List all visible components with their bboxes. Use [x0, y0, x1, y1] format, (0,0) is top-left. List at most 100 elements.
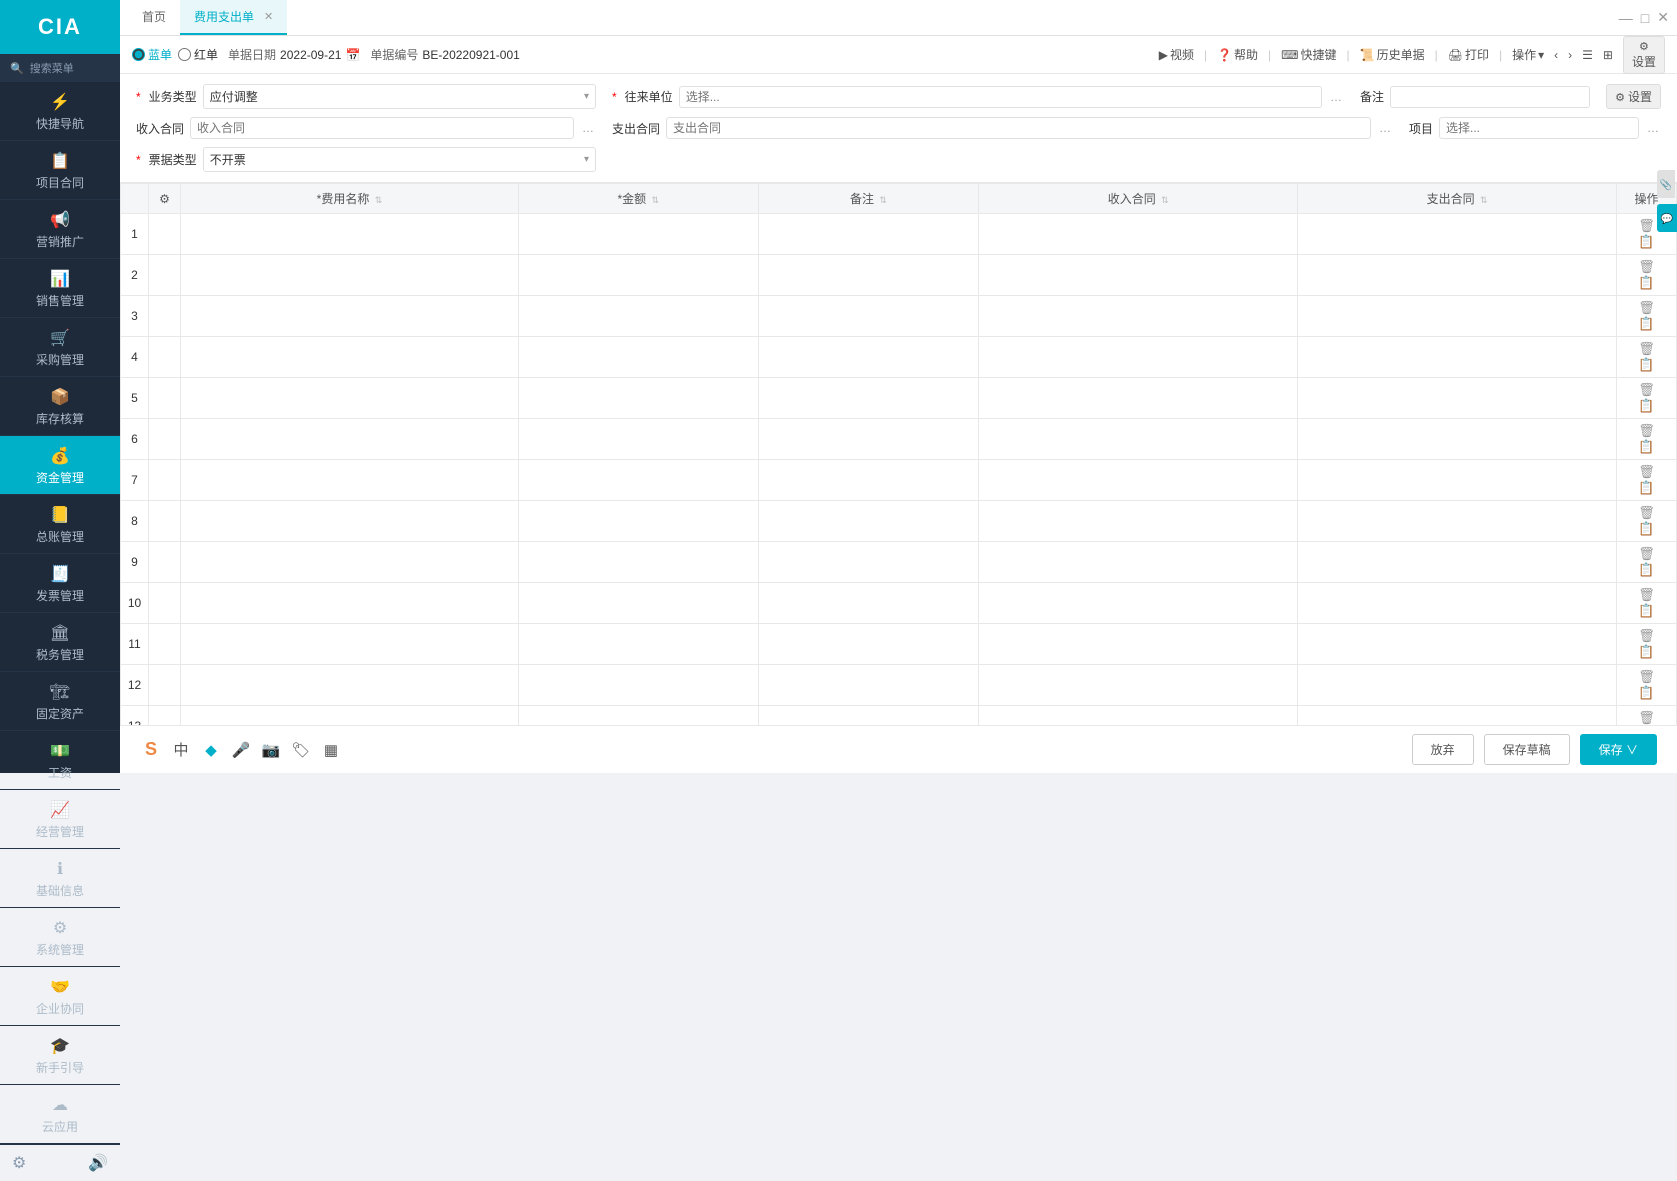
red-radio[interactable]: 红单: [178, 46, 218, 63]
row-income-contract[interactable]: [979, 542, 1298, 583]
row-note[interactable]: [758, 214, 979, 255]
sidebar-item-inventory[interactable]: 📦 库存核算: [0, 377, 120, 436]
sidebar-search[interactable]: 🔍 搜索菜单: [0, 54, 120, 82]
sidebar-item-corp[interactable]: 🤝 企业协同: [0, 967, 120, 1026]
next-btn[interactable]: ›: [1568, 48, 1572, 62]
row-expense-name[interactable]: [181, 214, 519, 255]
col-gear[interactable]: ⚙: [149, 184, 181, 214]
right-float-tab-2[interactable]: 💬: [1657, 204, 1677, 232]
row-expense-name[interactable]: [181, 419, 519, 460]
row-amount[interactable]: [518, 255, 758, 296]
right-float-tab-1[interactable]: 📎: [1657, 170, 1675, 198]
row-expense-contract[interactable]: [1298, 419, 1617, 460]
footer-icon-diamond[interactable]: ◆: [200, 739, 222, 761]
row-income-contract[interactable]: [979, 460, 1298, 501]
row-note[interactable]: [758, 296, 979, 337]
sidebar-item-invoice[interactable]: 🧾 发票管理: [0, 554, 120, 613]
row-expense-contract[interactable]: [1298, 706, 1617, 726]
grid-view-btn[interactable]: ⊞: [1603, 48, 1613, 62]
print-btn[interactable]: 🖨 打印: [1448, 46, 1489, 63]
row-note[interactable]: [758, 501, 979, 542]
footer-icon-camera[interactable]: 📷: [260, 739, 282, 761]
copy-row-button[interactable]: 📋: [1635, 644, 1657, 660]
row-amount[interactable]: [518, 419, 758, 460]
footer-icon-mic[interactable]: 🎤: [230, 739, 252, 761]
row-expense-contract[interactable]: [1298, 378, 1617, 419]
invoice-type-select[interactable]: 不开票 ▾: [203, 147, 596, 172]
row-income-contract[interactable]: [979, 419, 1298, 460]
col-amount[interactable]: *金额 ⇅: [518, 184, 758, 214]
counterpart-input[interactable]: [679, 86, 1322, 108]
row-expense-contract[interactable]: [1298, 583, 1617, 624]
footer-icon-tag[interactable]: 🏷: [290, 739, 312, 761]
sidebar-item-fund[interactable]: 💰 资金管理: [0, 436, 120, 495]
row-expense-contract[interactable]: [1298, 296, 1617, 337]
expense-contract-input[interactable]: [666, 117, 1371, 139]
row-note[interactable]: [758, 665, 979, 706]
row-amount[interactable]: [518, 583, 758, 624]
row-income-contract[interactable]: [979, 624, 1298, 665]
row-income-contract[interactable]: [979, 378, 1298, 419]
project-input[interactable]: [1439, 117, 1639, 139]
volume-icon[interactable]: 🔊: [88, 1153, 108, 1173]
sidebar-item-quick-nav[interactable]: ⚡ 快捷导航: [0, 82, 120, 141]
row-amount[interactable]: [518, 460, 758, 501]
sidebar-item-base-info[interactable]: ℹ 基础信息: [0, 849, 120, 908]
red-radio-input[interactable]: [178, 48, 191, 61]
copy-row-button[interactable]: 📋: [1635, 562, 1657, 578]
calendar-icon[interactable]: 📅: [345, 48, 360, 62]
row-expense-contract[interactable]: [1298, 214, 1617, 255]
row-expense-contract[interactable]: [1298, 542, 1617, 583]
row-expense-name[interactable]: [181, 296, 519, 337]
save-button[interactable]: 保存 ∨: [1580, 734, 1657, 765]
delete-row-button[interactable]: 🗑: [1635, 669, 1658, 685]
delete-row-button[interactable]: 🗑: [1635, 546, 1658, 562]
footer-icon-s[interactable]: S: [140, 739, 162, 761]
history-btn[interactable]: 📜 历史单据: [1360, 46, 1425, 63]
row-amount[interactable]: [518, 542, 758, 583]
delete-row-button[interactable]: 🗑: [1635, 382, 1658, 398]
setting-button[interactable]: ⚙ 设置: [1623, 36, 1665, 74]
delete-row-button[interactable]: 🗑: [1635, 628, 1658, 644]
row-note[interactable]: [758, 706, 979, 726]
copy-row-button[interactable]: 📋: [1635, 439, 1657, 455]
row-amount[interactable]: [518, 665, 758, 706]
delete-row-button[interactable]: 🗑: [1635, 423, 1658, 439]
row-amount[interactable]: [518, 501, 758, 542]
row-income-contract[interactable]: [979, 214, 1298, 255]
delete-row-button[interactable]: 🗑: [1635, 300, 1658, 316]
window-close-icon[interactable]: ✕: [1657, 9, 1669, 26]
settings-bottom-icon[interactable]: ⚙: [12, 1153, 26, 1173]
row-expense-name[interactable]: [181, 501, 519, 542]
row-income-contract[interactable]: [979, 501, 1298, 542]
sidebar-item-ledger[interactable]: 📒 总账管理: [0, 495, 120, 554]
delete-row-button[interactable]: 🗑: [1635, 341, 1658, 357]
row-income-contract[interactable]: [979, 255, 1298, 296]
sidebar-item-sys[interactable]: ⚙ 系统管理: [0, 908, 120, 967]
help-btn[interactable]: ❓ 帮助: [1217, 46, 1258, 63]
row-expense-name[interactable]: [181, 337, 519, 378]
row-income-contract[interactable]: [979, 665, 1298, 706]
window-maximize-icon[interactable]: □: [1641, 10, 1649, 26]
footer-icon-grid[interactable]: ▦: [320, 739, 342, 761]
row-amount[interactable]: [518, 296, 758, 337]
video-btn[interactable]: ▶ 视频: [1159, 46, 1194, 63]
row-expense-contract[interactable]: [1298, 255, 1617, 296]
row-amount[interactable]: [518, 706, 758, 726]
tab-home[interactable]: 首页: [128, 0, 180, 35]
copy-row-button[interactable]: 📋: [1635, 480, 1657, 496]
sidebar-item-tax[interactable]: 🏛 税务管理: [0, 613, 120, 672]
row-expense-contract[interactable]: [1298, 460, 1617, 501]
sidebar-item-purchase[interactable]: 🛒 采购管理: [0, 318, 120, 377]
window-minimize-icon[interactable]: —: [1619, 10, 1633, 26]
row-expense-name[interactable]: [181, 583, 519, 624]
biz-type-select[interactable]: 应付调整 ▾: [203, 84, 596, 109]
tab-expense[interactable]: 费用支出单 ✕: [180, 0, 287, 35]
row-income-contract[interactable]: [979, 583, 1298, 624]
row-expense-name[interactable]: [181, 624, 519, 665]
row-expense-name[interactable]: [181, 665, 519, 706]
sidebar-item-cloud[interactable]: ☁ 云应用: [0, 1085, 120, 1144]
row-amount[interactable]: [518, 624, 758, 665]
copy-row-button[interactable]: 📋: [1635, 521, 1657, 537]
row-expense-name[interactable]: [181, 255, 519, 296]
